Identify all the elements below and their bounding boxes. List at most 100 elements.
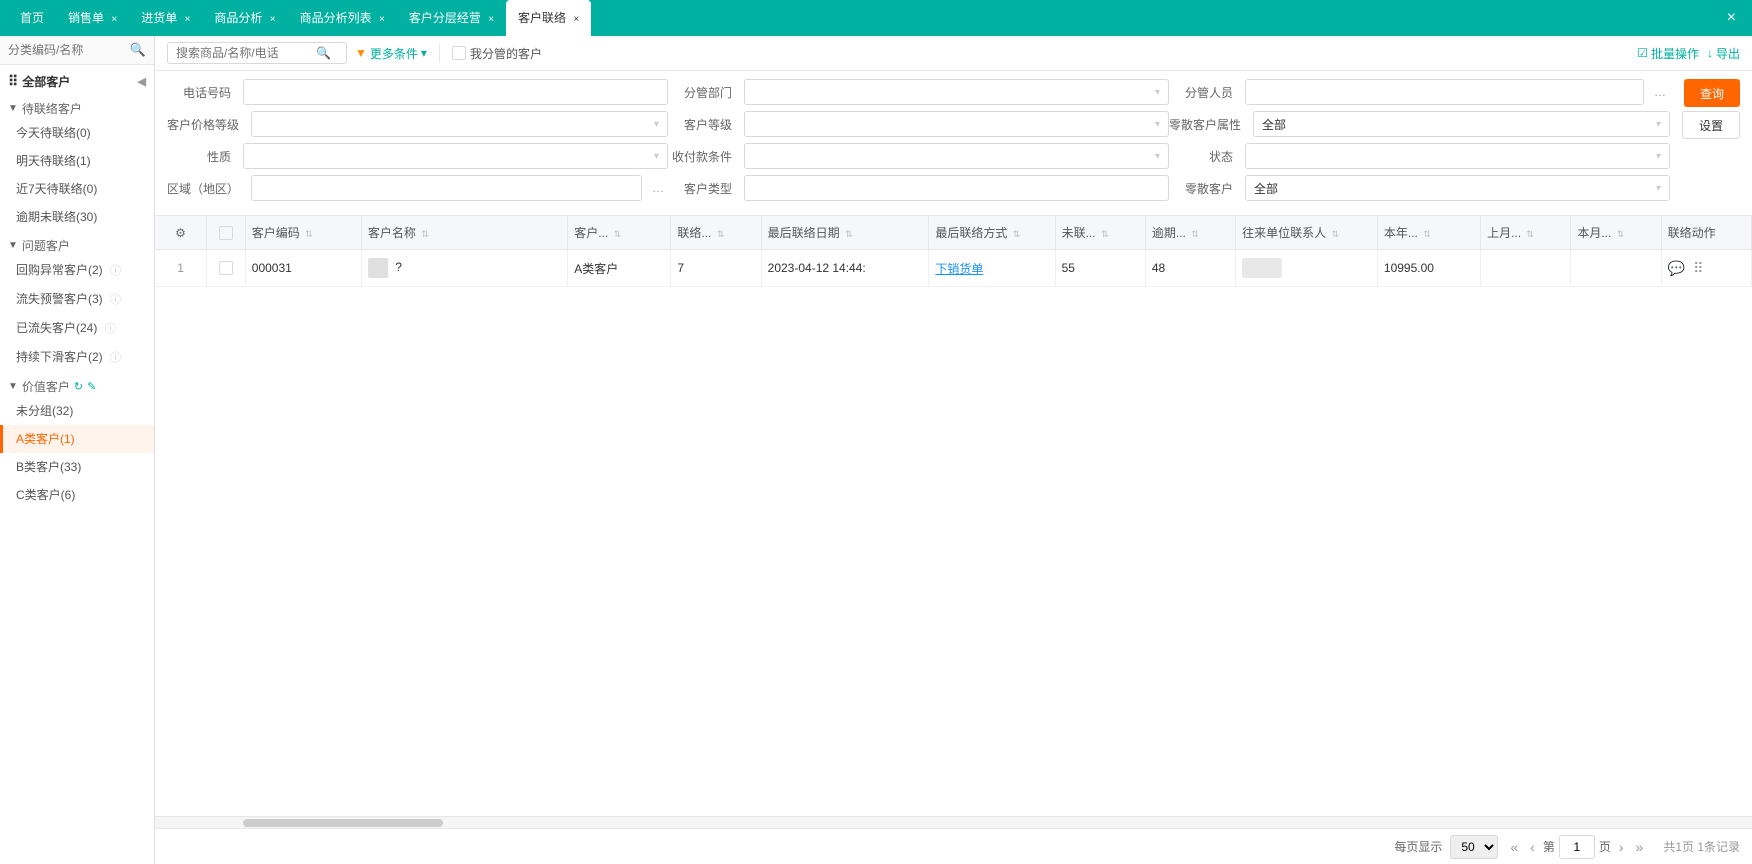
info-icon-2: ⓘ — [105, 323, 116, 335]
settings-button[interactable]: 设置 — [1682, 111, 1740, 139]
nav-tab-purchase[interactable]: 进货单 × — [129, 0, 202, 36]
col-header-type[interactable]: 客户... ⇅ — [568, 216, 671, 250]
page-size-select[interactable]: 50 — [1450, 835, 1498, 859]
retail-attr-select[interactable]: 全部 ▾ — [1253, 111, 1670, 137]
nav-tab-analysis[interactable]: 商品分析 × — [202, 0, 287, 36]
col-header-unlinkdays[interactable]: 未联... ⇅ — [1055, 216, 1145, 250]
col-header-thisyear[interactable]: 本年... ⇅ — [1377, 216, 1480, 250]
col-header-code[interactable]: 客户编码 ⇅ — [245, 216, 361, 250]
filter-toolbar: 🔍 ▼ 更多条件 ▾ 我分管的客户 ☑ 批量操作 ↓ 导出 — [155, 36, 1752, 71]
batch-operation-btn[interactable]: ☑ 批量操作 — [1637, 45, 1699, 62]
pending-contact-section[interactable]: ▼ 待联络客户 — [0, 94, 154, 119]
filter-search-input[interactable] — [176, 46, 316, 60]
region-input[interactable] — [251, 175, 642, 201]
collapse-sidebar-btn[interactable]: ◀ — [138, 75, 146, 88]
sidebar-search-input[interactable] — [8, 43, 126, 57]
sort-contact-icon: ⇅ — [717, 229, 725, 239]
filter-search-icon[interactable]: 🔍 — [316, 46, 331, 60]
close-sales-tab[interactable]: × — [111, 14, 117, 25]
row-history — [1236, 250, 1378, 287]
nav-tab-analysis-list[interactable]: 商品分析列表 × — [288, 0, 397, 36]
row-contact: 7 — [671, 250, 761, 287]
nav-home[interactable]: 首页 — [8, 0, 56, 36]
close-analysis-tab[interactable]: × — [270, 14, 276, 25]
col-header-lastmonth[interactable]: 上月... ⇅ — [1481, 216, 1571, 250]
close-segment-tab[interactable]: × — [488, 14, 494, 25]
sidebar-item-class-b[interactable]: B类客户(33) — [0, 453, 154, 481]
filter-cell-price-level: 客户价格等级 ▾ — [167, 111, 668, 137]
col-header-thismonth[interactable]: 本月... ⇅ — [1571, 216, 1661, 250]
sidebar-item-class-c[interactable]: C类客户(6) — [0, 481, 154, 509]
nav-tab-customer-contact[interactable]: 客户联络 × — [506, 0, 591, 36]
sidebar-item-overdue[interactable]: 逾期未联络(30) — [0, 203, 154, 231]
filter-search-box[interactable]: 🔍 — [167, 42, 347, 64]
sort-history-icon: ⇅ — [1332, 229, 1340, 239]
refresh-icon[interactable]: ↻ — [74, 380, 83, 393]
more-action-icon[interactable]: ⠿ — [1693, 260, 1703, 277]
col-header-contactway[interactable]: 最后联络方式 ⇅ — [929, 216, 1055, 250]
sidebar-search-box[interactable]: 🔍 — [0, 36, 154, 65]
dept-select[interactable]: ▾ — [744, 79, 1169, 105]
price-level-select[interactable]: ▾ — [251, 111, 668, 137]
close-purchase-tab[interactable]: × — [185, 14, 191, 25]
filter-cell-customer-level: 客户等级 ▾ — [668, 111, 1169, 137]
customer-type-input[interactable] — [744, 175, 1169, 201]
sidebar-item-today[interactable]: 今天待联络(0) — [0, 119, 154, 147]
sidebar-item-7days[interactable]: 近7天待联络(0) — [0, 175, 154, 203]
row-checkbox-cell[interactable] — [207, 250, 246, 287]
col-header-date[interactable]: 最后联络日期 ⇅ — [761, 216, 929, 250]
horizontal-scrollbar[interactable] — [155, 816, 1752, 828]
payment-select[interactable]: ▾ — [744, 143, 1169, 169]
sidebar-item-tomorrow[interactable]: 明天待联络(1) — [0, 147, 154, 175]
sidebar-item-class-a[interactable]: A类客户(1) — [0, 425, 154, 453]
retail-select[interactable]: 全部 ▾ — [1245, 175, 1670, 201]
prev-page-btn[interactable]: ‹ — [1526, 839, 1539, 855]
last-page-btn[interactable]: » — [1632, 839, 1648, 855]
payment-label: 收付款条件 — [668, 148, 738, 165]
page-number-input[interactable] — [1559, 835, 1595, 859]
edit-icon[interactable]: ✎ — [87, 380, 96, 393]
all-customers-header[interactable]: ⠿ 全部客户 ◀ — [0, 65, 154, 94]
value-customers-section[interactable]: ▼ 价值客户 ↻ ✎ — [0, 372, 154, 397]
close-analysis-list-tab[interactable]: × — [379, 14, 385, 25]
col-header-history[interactable]: 往来单位联系人 ⇅ — [1236, 216, 1378, 250]
manager-dots-btn[interactable]: … — [1650, 85, 1670, 99]
phone-input[interactable] — [243, 79, 668, 105]
sidebar-item-unclassified[interactable]: 未分组(32) — [0, 397, 154, 425]
filter-cell-retail: 零散客户 全部 ▾ — [1169, 175, 1670, 201]
nav-tab-sales[interactable]: 销售单 × — [56, 0, 129, 36]
scroll-thumb[interactable] — [243, 819, 443, 827]
next-page-btn[interactable]: › — [1615, 839, 1628, 855]
my-customers-checkbox[interactable]: 我分管的客户 — [452, 45, 542, 62]
region-dots-btn[interactable]: … — [648, 181, 668, 195]
my-customers-check-box[interactable] — [452, 46, 466, 60]
nature-select[interactable]: ▾ — [243, 143, 668, 169]
col-header-contact[interactable]: 联络... ⇅ — [671, 216, 761, 250]
message-icon[interactable]: 💬 — [1668, 260, 1685, 277]
status-select[interactable]: ▾ — [1245, 143, 1670, 169]
row-lastmonth — [1481, 250, 1571, 287]
contact-way-link[interactable]: 下销货单 — [935, 262, 983, 276]
row-checkbox[interactable] — [219, 261, 233, 275]
close-all-button[interactable]: × — [1719, 9, 1744, 27]
sidebar-item-churn-warning[interactable]: 流失预警客户(3) ⓘ — [0, 285, 154, 314]
query-button[interactable]: 查询 — [1684, 79, 1740, 107]
select-all-checkbox[interactable] — [219, 226, 233, 240]
more-filters-btn[interactable]: ▼ 更多条件 ▾ — [355, 45, 427, 62]
row-date: 2023-04-12 14:44: — [761, 250, 929, 287]
close-contact-tab[interactable]: × — [573, 14, 579, 25]
sidebar-item-churned[interactable]: 已流失客户(24) ⓘ — [0, 314, 154, 343]
nav-tab-customer-segment[interactable]: 客户分层经营 × — [397, 0, 506, 36]
export-btn[interactable]: ↓ 导出 — [1707, 45, 1740, 62]
problem-customers-section[interactable]: ▼ 问题客户 — [0, 231, 154, 256]
table-check-col[interactable] — [207, 216, 246, 250]
sidebar-item-repurchase-abnormal[interactable]: 回购异常客户(2) ⓘ — [0, 256, 154, 285]
table-settings-col[interactable]: ⚙ — [155, 216, 207, 250]
info-icon-3: ⓘ — [110, 352, 121, 364]
customer-level-select[interactable]: ▾ — [744, 111, 1169, 137]
col-header-overdue[interactable]: 逾期... ⇅ — [1145, 216, 1235, 250]
sidebar-item-declining[interactable]: 持续下滑客户(2) ⓘ — [0, 343, 154, 372]
manager-input[interactable] — [1245, 79, 1644, 105]
col-header-name[interactable]: 客户名称 ⇅ — [361, 216, 567, 250]
first-page-btn[interactable]: « — [1506, 839, 1522, 855]
